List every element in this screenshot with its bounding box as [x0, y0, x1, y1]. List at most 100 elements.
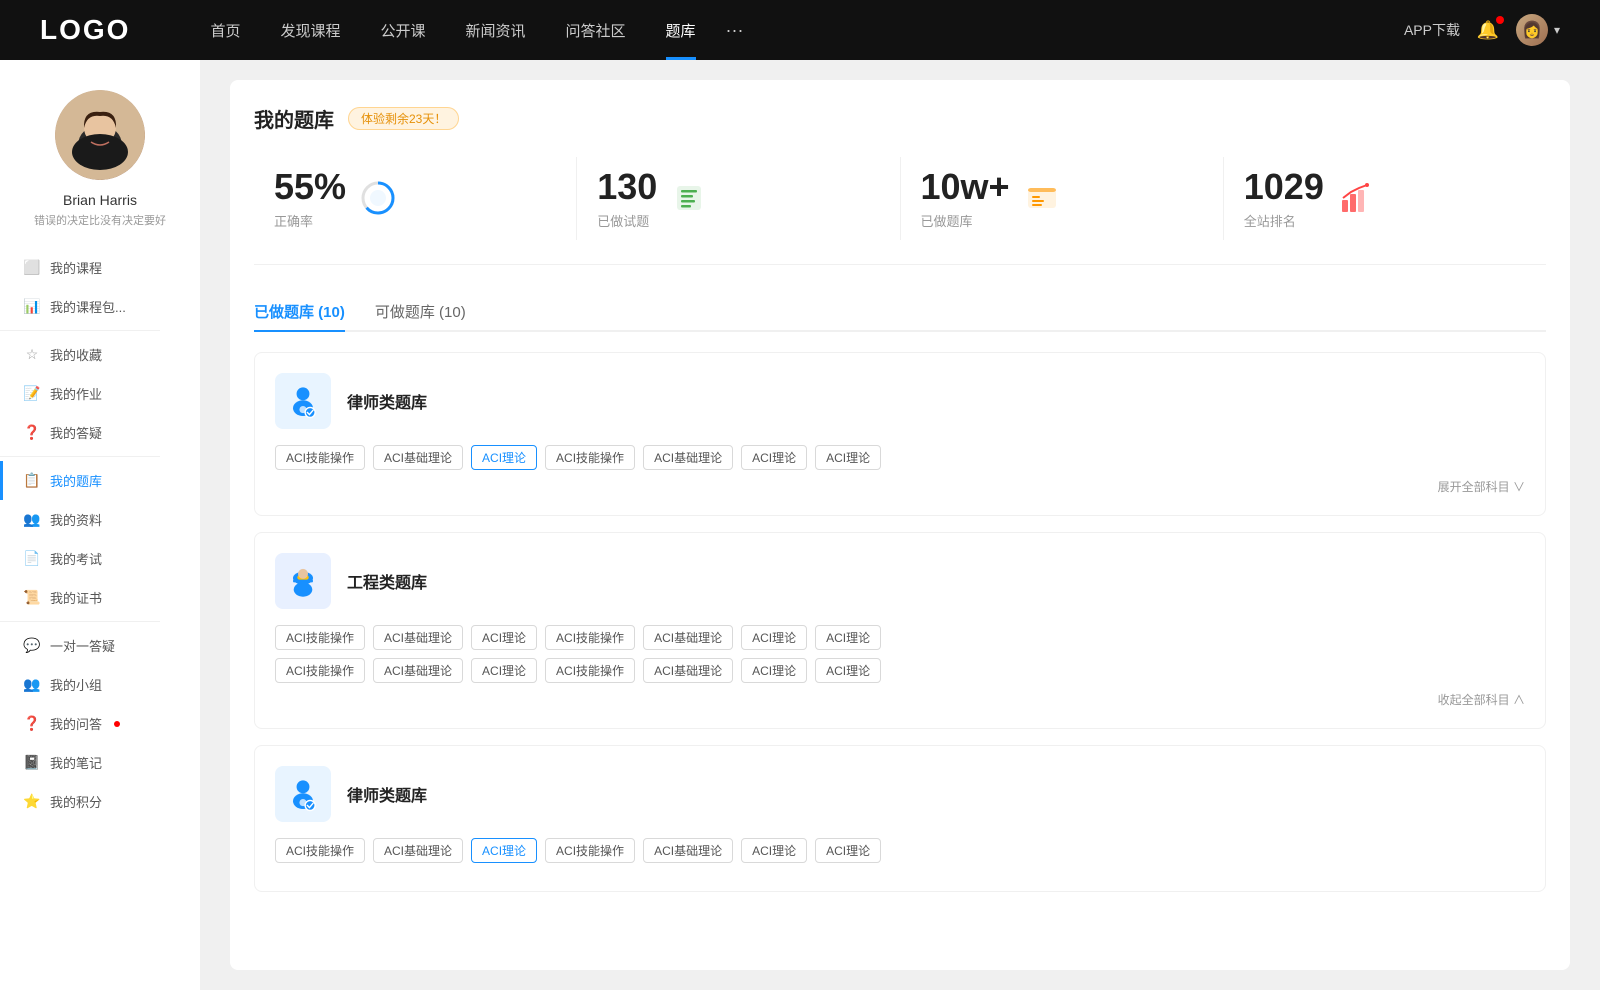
app-download-link[interactable]: APP下载 — [1404, 20, 1460, 40]
tag-2-5[interactable]: ACI理论 — [741, 625, 807, 650]
bell-badge — [1496, 16, 1504, 24]
ranking-icon — [1338, 180, 1374, 216]
main-content: 我的题库 体验剩余23天！ 55% 正确率 — [200, 60, 1600, 990]
notes-icon: 📓 — [24, 755, 40, 771]
tag-2-6[interactable]: ACI理论 — [815, 625, 881, 650]
homework-icon: 📝 — [24, 386, 40, 402]
sidebar-item-profile[interactable]: 👥 我的资料 — [0, 500, 200, 539]
tag-3-4[interactable]: ACI基础理论 — [643, 838, 733, 863]
bank-card-3: 律师类题库 ACI技能操作 ACI基础理论 ACI理论 ACI技能操作 ACI基… — [254, 745, 1546, 892]
tag-2-9[interactable]: ACI理论 — [471, 658, 537, 683]
nav-quiz[interactable]: 题库 — [646, 0, 716, 60]
lawyer-bank-icon-3 — [275, 766, 331, 822]
tag-2-13[interactable]: ACI理论 — [815, 658, 881, 683]
bank-card-2: 工程类题库 ACI技能操作 ACI基础理论 ACI理论 ACI技能操作 ACI基… — [254, 532, 1546, 729]
sidebar-item-my-qa[interactable]: ❓ 我的答疑 — [0, 413, 200, 452]
page-header: 我的题库 体验剩余23天！ — [254, 104, 1546, 133]
stat-accuracy: 55% 正确率 — [254, 157, 577, 240]
expand-bank-1[interactable]: 展开全部科目 ∨ — [275, 478, 1525, 495]
tag-2-3[interactable]: ACI技能操作 — [545, 625, 635, 650]
tag-3-3[interactable]: ACI技能操作 — [545, 838, 635, 863]
banks-done-value: 10w+ — [921, 167, 1010, 207]
tag-2-11[interactable]: ACI基础理论 — [643, 658, 733, 683]
bank-1-tags: ACI技能操作 ACI基础理论 ACI理论 ACI技能操作 ACI基础理论 AC… — [275, 445, 1525, 470]
tag-2-2[interactable]: ACI理论 — [471, 625, 537, 650]
collapse-bank-2[interactable]: 收起全部科目 ∧ — [275, 691, 1525, 708]
divider-3 — [0, 621, 160, 622]
sidebar-username: Brian Harris — [63, 192, 137, 208]
bank-card-3-header: 律师类题库 — [275, 766, 1525, 822]
tag-3-6[interactable]: ACI理论 — [815, 838, 881, 863]
logo[interactable]: LOGO — [40, 14, 130, 46]
sidebar-item-questions[interactable]: ❓ 我的问答 — [0, 704, 200, 743]
bank-title-3: 律师类题库 — [347, 782, 427, 806]
tag-2-10[interactable]: ACI技能操作 — [545, 658, 635, 683]
sidebar-item-quiz-bank[interactable]: 📋 我的题库 — [0, 461, 200, 500]
banks-done-icon — [1024, 180, 1060, 216]
tag-1-2[interactable]: ACI理论 — [471, 445, 537, 470]
bank-3-tags: ACI技能操作 ACI基础理论 ACI理论 ACI技能操作 ACI基础理论 AC… — [275, 838, 1525, 863]
trial-badge: 体验剩余23天！ — [348, 107, 459, 130]
sidebar-item-course-packages[interactable]: 📊 我的课程包... — [0, 287, 200, 326]
accuracy-icon — [360, 180, 396, 216]
sidebar-item-exams[interactable]: 📄 我的考试 — [0, 539, 200, 578]
tab-done[interactable]: 已做题库 (10) — [254, 293, 345, 330]
sidebar-item-one-on-one[interactable]: 💬 一对一答疑 — [0, 626, 200, 665]
sidebar-motto: 错误的决定比没有决定要好 — [24, 212, 176, 228]
certificates-icon: 📜 — [24, 590, 40, 606]
tag-2-0[interactable]: ACI技能操作 — [275, 625, 365, 650]
chevron-down-icon: ▾ — [1554, 23, 1560, 37]
groups-icon: 👥 — [24, 677, 40, 693]
exams-icon: 📄 — [24, 551, 40, 567]
bank-card-1: 律师类题库 ACI技能操作 ACI基础理论 ACI理论 ACI技能操作 ACI基… — [254, 352, 1546, 516]
sidebar-item-my-courses[interactable]: ⬜ 我的课程 — [0, 248, 200, 287]
tag-3-0[interactable]: ACI技能操作 — [275, 838, 365, 863]
courses-icon: ⬜ — [24, 260, 40, 276]
questions-notification-dot — [114, 721, 120, 727]
ranking-value: 1029 — [1244, 167, 1324, 207]
nav-courses[interactable]: 发现课程 — [260, 0, 360, 60]
tag-1-1[interactable]: ACI基础理论 — [373, 445, 463, 470]
user-avatar-menu[interactable]: 👩 ▾ — [1516, 14, 1560, 46]
tag-3-2[interactable]: ACI理论 — [471, 838, 537, 863]
tag-2-7[interactable]: ACI技能操作 — [275, 658, 365, 683]
questions-done-value: 130 — [597, 167, 657, 207]
navbar: LOGO 首页 发现课程 公开课 新闻资讯 问答社区 题库 ··· APP下载 … — [0, 0, 1600, 60]
nav-menu: 首页 发现课程 公开课 新闻资讯 问答社区 题库 ··· — [190, 0, 1404, 60]
tag-3-5[interactable]: ACI理论 — [741, 838, 807, 863]
sidebar-item-groups[interactable]: 👥 我的小组 — [0, 665, 200, 704]
favorites-icon: ☆ — [24, 347, 40, 363]
tag-2-1[interactable]: ACI基础理论 — [373, 625, 463, 650]
packages-icon: 📊 — [24, 299, 40, 315]
nav-home[interactable]: 首页 — [190, 0, 260, 60]
profile-icon: 👥 — [24, 512, 40, 528]
sidebar-item-homework[interactable]: 📝 我的作业 — [0, 374, 200, 413]
sidebar-item-certificates[interactable]: 📜 我的证书 — [0, 578, 200, 617]
tag-2-4[interactable]: ACI基础理论 — [643, 625, 733, 650]
sidebar-item-notes[interactable]: 📓 我的笔记 — [0, 743, 200, 782]
nav-qa[interactable]: 问答社区 — [546, 0, 646, 60]
sidebar-item-favorites[interactable]: ☆ 我的收藏 — [0, 335, 200, 374]
tag-2-12[interactable]: ACI理论 — [741, 658, 807, 683]
tag-1-4[interactable]: ACI基础理论 — [643, 445, 733, 470]
main-layout: Brian Harris 错误的决定比没有决定要好 ⬜ 我的课程 📊 我的课程包… — [0, 60, 1600, 990]
tag-1-5[interactable]: ACI理论 — [741, 445, 807, 470]
tag-3-1[interactable]: ACI基础理论 — [373, 838, 463, 863]
qa-icon: ❓ — [24, 425, 40, 441]
questions-done-label: 已做试题 — [597, 211, 657, 230]
lawyer-bank-icon-1 — [275, 373, 331, 429]
nav-more[interactable]: ··· — [716, 20, 754, 41]
tag-1-0[interactable]: ACI技能操作 — [275, 445, 365, 470]
notification-bell[interactable] — [1476, 18, 1500, 42]
tag-1-3[interactable]: ACI技能操作 — [545, 445, 635, 470]
sidebar-item-points[interactable]: ⭐ 我的积分 — [0, 782, 200, 821]
nav-open-course[interactable]: 公开课 — [360, 0, 445, 60]
bank-2-tags-row1: ACI技能操作 ACI基础理论 ACI理论 ACI技能操作 ACI基础理论 AC… — [275, 625, 1525, 650]
tag-1-6[interactable]: ACI理论 — [815, 445, 881, 470]
stat-banks-done: 10w+ 已做题库 — [901, 157, 1224, 240]
nav-news[interactable]: 新闻资讯 — [446, 0, 546, 60]
avatar: 👩 — [1516, 14, 1548, 46]
tab-available[interactable]: 可做题库 (10) — [375, 293, 466, 330]
tag-2-8[interactable]: ACI基础理论 — [373, 658, 463, 683]
accuracy-value: 55% — [274, 167, 346, 207]
